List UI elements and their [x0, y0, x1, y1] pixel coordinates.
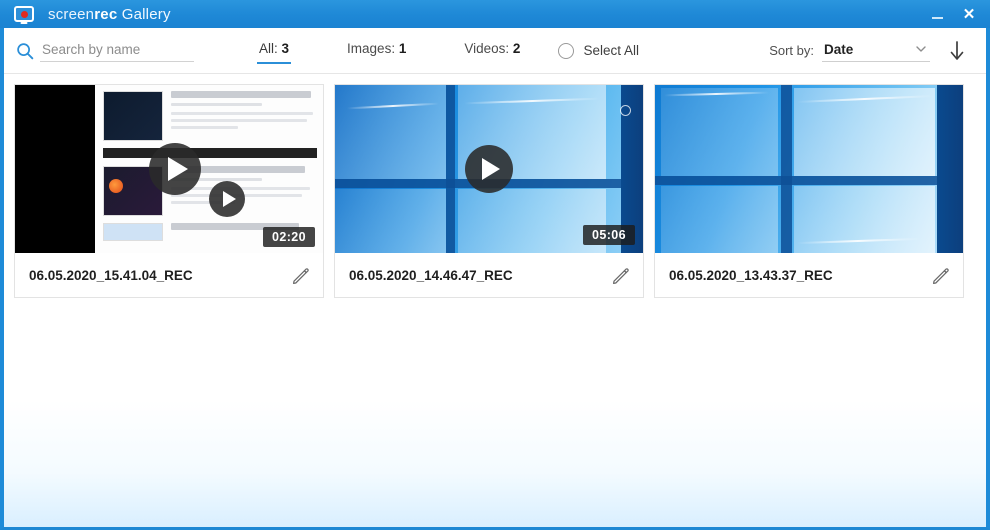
toolbar: All: 3 Images: 1 Videos: 2 Select All So… [4, 28, 986, 74]
window-title-part2: rec [94, 5, 118, 23]
close-button[interactable]: ✕ [954, 0, 984, 28]
sort-by-select[interactable]: Date [822, 40, 930, 62]
minimize-icon [931, 17, 943, 19]
selection-marker-icon[interactable] [620, 105, 631, 116]
search-icon [17, 42, 34, 59]
window-title: screenrec Gallery [48, 6, 171, 23]
pencil-icon[interactable] [611, 265, 631, 285]
tab-all-count: 3 [281, 41, 290, 56]
gallery-grid: 02:20 06.05.2020_15.41.04_REC 05:06 06.0… [4, 74, 986, 298]
select-all-radio-icon[interactable] [558, 42, 575, 59]
sort-by-value: Date [824, 41, 854, 57]
title-bar: screenrec Gallery ✕ [0, 0, 990, 28]
gallery-item[interactable]: 06.05.2020_13.43.37_REC [654, 84, 964, 298]
search-input[interactable] [40, 39, 194, 62]
window-controls: ✕ [922, 0, 984, 28]
play-button-secondary[interactable] [209, 181, 245, 217]
tab-all[interactable]: All: 3 [257, 37, 292, 64]
tab-images[interactable]: Images: 1 [345, 37, 408, 64]
window-title-part1: screen [48, 5, 95, 23]
select-all-control[interactable]: Select All [558, 42, 639, 59]
thumbnail-preview-windows-wallpaper [655, 85, 963, 253]
arrow-down-icon [950, 40, 964, 60]
chevron-down-icon [916, 46, 926, 52]
thumbnail-video[interactable]: 05:06 [335, 85, 643, 253]
video-duration-badge: 02:20 [263, 227, 315, 247]
record-dot-icon [20, 10, 28, 18]
thumbnail-letterbox [15, 85, 95, 253]
gallery-area[interactable]: 02:20 06.05.2020_15.41.04_REC 05:06 06.0… [4, 74, 986, 527]
gallery-item-name: 06.05.2020_14.46.47_REC [349, 267, 513, 283]
gallery-item-name: 06.05.2020_13.43.37_REC [669, 267, 833, 283]
filter-tabs: All: 3 Images: 1 Videos: 2 Select All [257, 37, 639, 64]
gallery-item-caption: 06.05.2020_13.43.37_REC [655, 253, 963, 297]
tab-all-label: All: [259, 41, 278, 56]
play-button[interactable] [465, 145, 513, 193]
gallery-item[interactable]: 05:06 06.05.2020_14.46.47_REC [334, 84, 644, 298]
tab-images-label: Images: [347, 41, 396, 56]
pencil-icon[interactable] [931, 265, 951, 285]
screenrec-gallery-window: screenrec Gallery ✕ All: 3 Im [0, 0, 990, 530]
tab-videos[interactable]: Videos: 2 [462, 37, 522, 64]
select-all-label: Select All [583, 43, 639, 58]
play-icon [222, 191, 236, 207]
sort-controls: Sort by: Date [769, 34, 986, 68]
search-box[interactable] [14, 39, 199, 62]
tab-images-count: 1 [398, 41, 407, 56]
gallery-item-name: 06.05.2020_15.41.04_REC [29, 267, 193, 283]
window-title-part3: Gallery [117, 5, 171, 23]
pencil-icon[interactable] [291, 265, 311, 285]
sort-by-label: Sort by: [769, 43, 814, 58]
minimize-button[interactable] [922, 0, 952, 28]
play-icon [167, 157, 188, 181]
gallery-item-caption: 06.05.2020_14.46.47_REC [335, 253, 643, 297]
close-icon: ✕ [962, 5, 976, 23]
sort-direction-button[interactable] [940, 34, 974, 68]
screenrec-record-icon [14, 6, 34, 22]
tab-videos-label: Videos: [464, 41, 510, 56]
play-icon [482, 158, 500, 180]
video-duration-badge: 05:06 [583, 225, 635, 245]
gallery-item-caption: 06.05.2020_15.41.04_REC [15, 253, 323, 297]
tab-videos-count: 2 [512, 41, 521, 56]
thumbnail-image[interactable] [655, 85, 963, 253]
play-button[interactable] [149, 143, 201, 195]
thumbnail-video[interactable]: 02:20 [15, 85, 323, 253]
gallery-item[interactable]: 02:20 06.05.2020_15.41.04_REC [14, 84, 324, 298]
